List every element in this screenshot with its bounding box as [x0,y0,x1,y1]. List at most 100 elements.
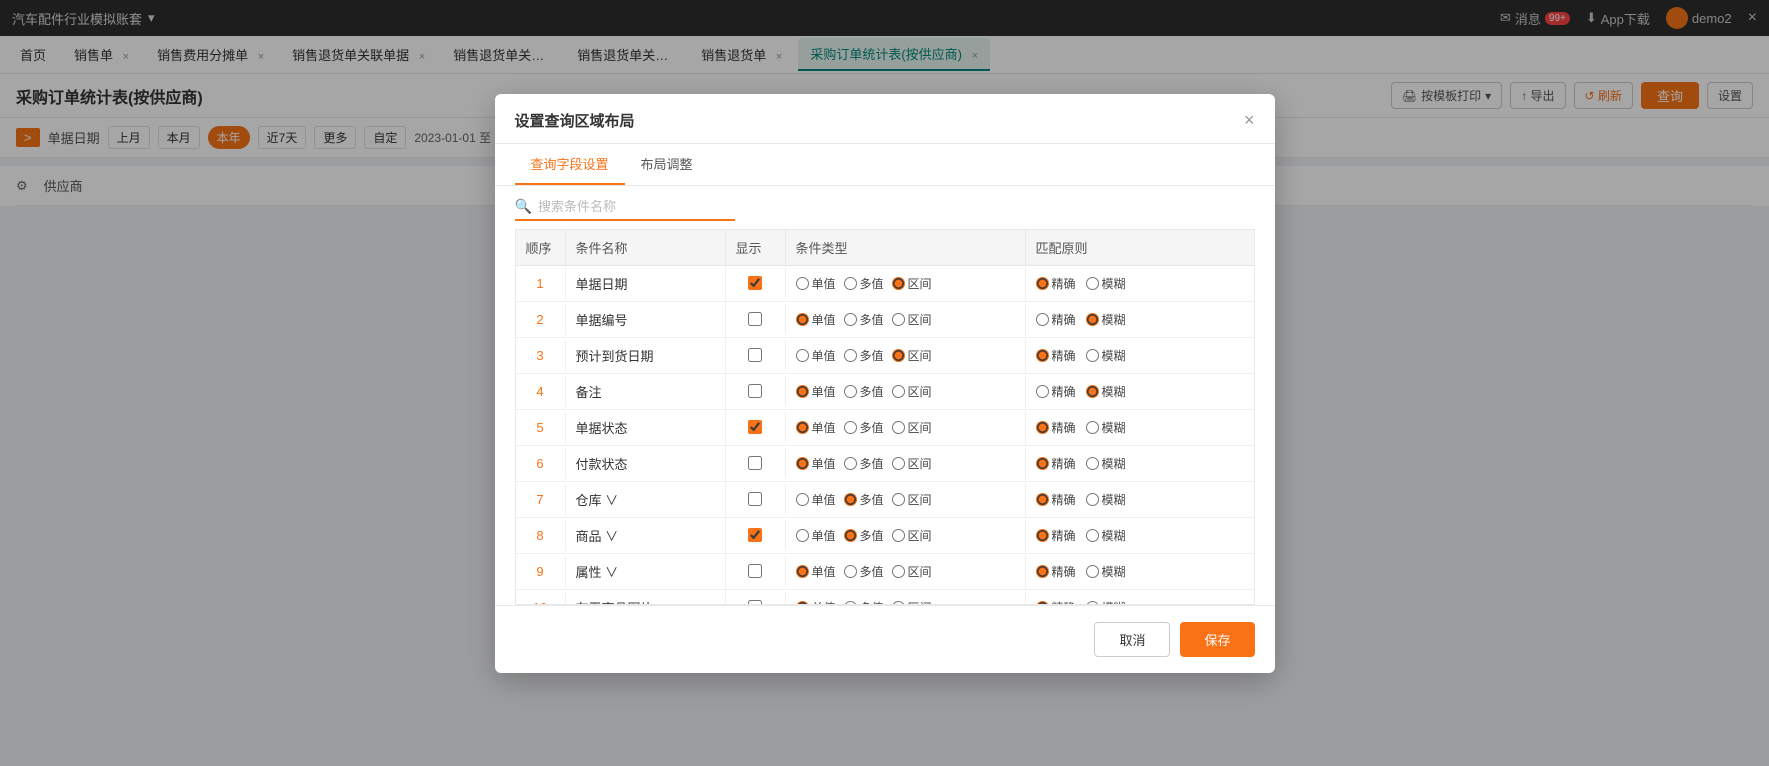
match-fuzzy[interactable]: 模糊 [1086,563,1126,580]
type-multi[interactable]: 多值 [844,311,884,328]
type-range-radio[interactable] [892,313,905,326]
dialog-close-button[interactable]: × [1244,111,1255,129]
match-exact-radio[interactable] [1036,457,1049,470]
type-single-radio[interactable] [796,457,809,470]
type-single-radio[interactable] [796,277,809,290]
match-fuzzy[interactable]: 模糊 [1086,491,1126,508]
display-checkbox[interactable] [748,492,762,506]
display-checkbox[interactable] [748,420,762,434]
type-range-radio[interactable] [892,385,905,398]
type-multi[interactable]: 多值 [844,455,884,472]
type-single[interactable]: 单值 [796,419,836,436]
match-exact[interactable]: 精确 [1036,563,1076,580]
match-fuzzy[interactable]: 模糊 [1086,383,1126,400]
type-multi-radio[interactable] [844,385,857,398]
type-multi-radio[interactable] [844,313,857,326]
match-fuzzy-radio[interactable] [1086,457,1099,470]
type-single[interactable]: 单值 [796,527,836,544]
type-range-radio[interactable] [892,565,905,578]
match-fuzzy[interactable]: 模糊 [1086,347,1126,364]
type-range-radio[interactable] [892,493,905,506]
type-multi[interactable]: 多值 [844,491,884,508]
type-multi[interactable]: 多值 [844,419,884,436]
match-exact-radio[interactable] [1036,313,1049,326]
type-multi-radio[interactable] [844,493,857,506]
match-fuzzy-radio[interactable] [1086,493,1099,506]
match-exact[interactable]: 精确 [1036,455,1076,472]
type-single[interactable]: 单值 [796,455,836,472]
type-multi[interactable]: 多值 [844,527,884,544]
match-exact-radio[interactable] [1036,421,1049,434]
type-single-radio[interactable] [796,313,809,326]
type-range[interactable]: 区间 [892,491,932,508]
match-exact-radio[interactable] [1036,349,1049,362]
match-fuzzy[interactable]: 模糊 [1086,311,1126,328]
display-checkbox[interactable] [748,456,762,470]
type-range[interactable]: 区间 [892,347,932,364]
type-single[interactable]: 单值 [796,491,836,508]
match-exact-radio[interactable] [1036,277,1049,290]
type-multi-radio[interactable] [844,529,857,542]
type-multi[interactable]: 多值 [844,383,884,400]
type-multi-radio[interactable] [844,277,857,290]
match-fuzzy-radio[interactable] [1086,313,1099,326]
type-single[interactable]: 单值 [796,275,836,292]
match-fuzzy[interactable]: 模糊 [1086,275,1126,292]
type-range[interactable]: 区间 [892,311,932,328]
type-multi-radio[interactable] [844,565,857,578]
type-single-radio[interactable] [796,493,809,506]
match-fuzzy-radio[interactable] [1086,421,1099,434]
dialog-tab-layout[interactable]: 布局调整 [625,144,709,185]
match-fuzzy[interactable]: 模糊 [1086,455,1126,472]
display-checkbox[interactable] [748,528,762,542]
type-single[interactable]: 单值 [796,383,836,400]
match-exact[interactable]: 精确 [1036,527,1076,544]
type-range-radio[interactable] [892,421,905,434]
type-multi-radio[interactable] [844,421,857,434]
type-range-radio[interactable] [892,457,905,470]
match-exact-radio[interactable] [1036,565,1049,578]
save-button[interactable]: 保存 [1180,622,1254,657]
type-multi-radio[interactable] [844,457,857,470]
type-single[interactable]: 单值 [796,563,836,580]
type-single[interactable]: 单值 [796,347,836,364]
match-exact-radio[interactable] [1036,529,1049,542]
match-fuzzy-radio[interactable] [1086,385,1099,398]
type-single-radio[interactable] [796,421,809,434]
type-range[interactable]: 区间 [892,419,932,436]
match-exact[interactable]: 精确 [1036,311,1076,328]
cancel-button[interactable]: 取消 [1094,622,1170,657]
match-exact[interactable]: 精确 [1036,491,1076,508]
type-range[interactable]: 区间 [892,563,932,580]
display-checkbox[interactable] [748,348,762,362]
match-fuzzy-radio[interactable] [1086,529,1099,542]
match-exact[interactable]: 精确 [1036,419,1076,436]
type-single-radio[interactable] [796,565,809,578]
match-fuzzy-radio[interactable] [1086,349,1099,362]
type-single[interactable]: 单值 [796,311,836,328]
type-multi[interactable]: 多值 [844,275,884,292]
display-checkbox[interactable] [748,564,762,578]
type-multi-radio[interactable] [844,349,857,362]
match-exact[interactable]: 精确 [1036,347,1076,364]
type-range-radio[interactable] [892,277,905,290]
match-fuzzy-radio[interactable] [1086,277,1099,290]
type-multi[interactable]: 多值 [844,563,884,580]
match-exact-radio[interactable] [1036,493,1049,506]
match-exact[interactable]: 精确 [1036,275,1076,292]
type-range[interactable]: 区间 [892,527,932,544]
type-single-radio[interactable] [796,529,809,542]
type-range[interactable]: 区间 [892,383,932,400]
type-multi[interactable]: 多值 [844,347,884,364]
type-single-radio[interactable] [796,385,809,398]
search-input[interactable] [538,199,718,214]
display-checkbox[interactable] [748,384,762,398]
match-fuzzy[interactable]: 模糊 [1086,527,1126,544]
type-range-radio[interactable] [892,349,905,362]
match-fuzzy-radio[interactable] [1086,565,1099,578]
match-exact[interactable]: 精确 [1036,383,1076,400]
match-exact-radio[interactable] [1036,385,1049,398]
dialog-tab-query[interactable]: 查询字段设置 [515,144,625,185]
display-checkbox[interactable] [748,312,762,326]
type-range[interactable]: 区间 [892,275,932,292]
